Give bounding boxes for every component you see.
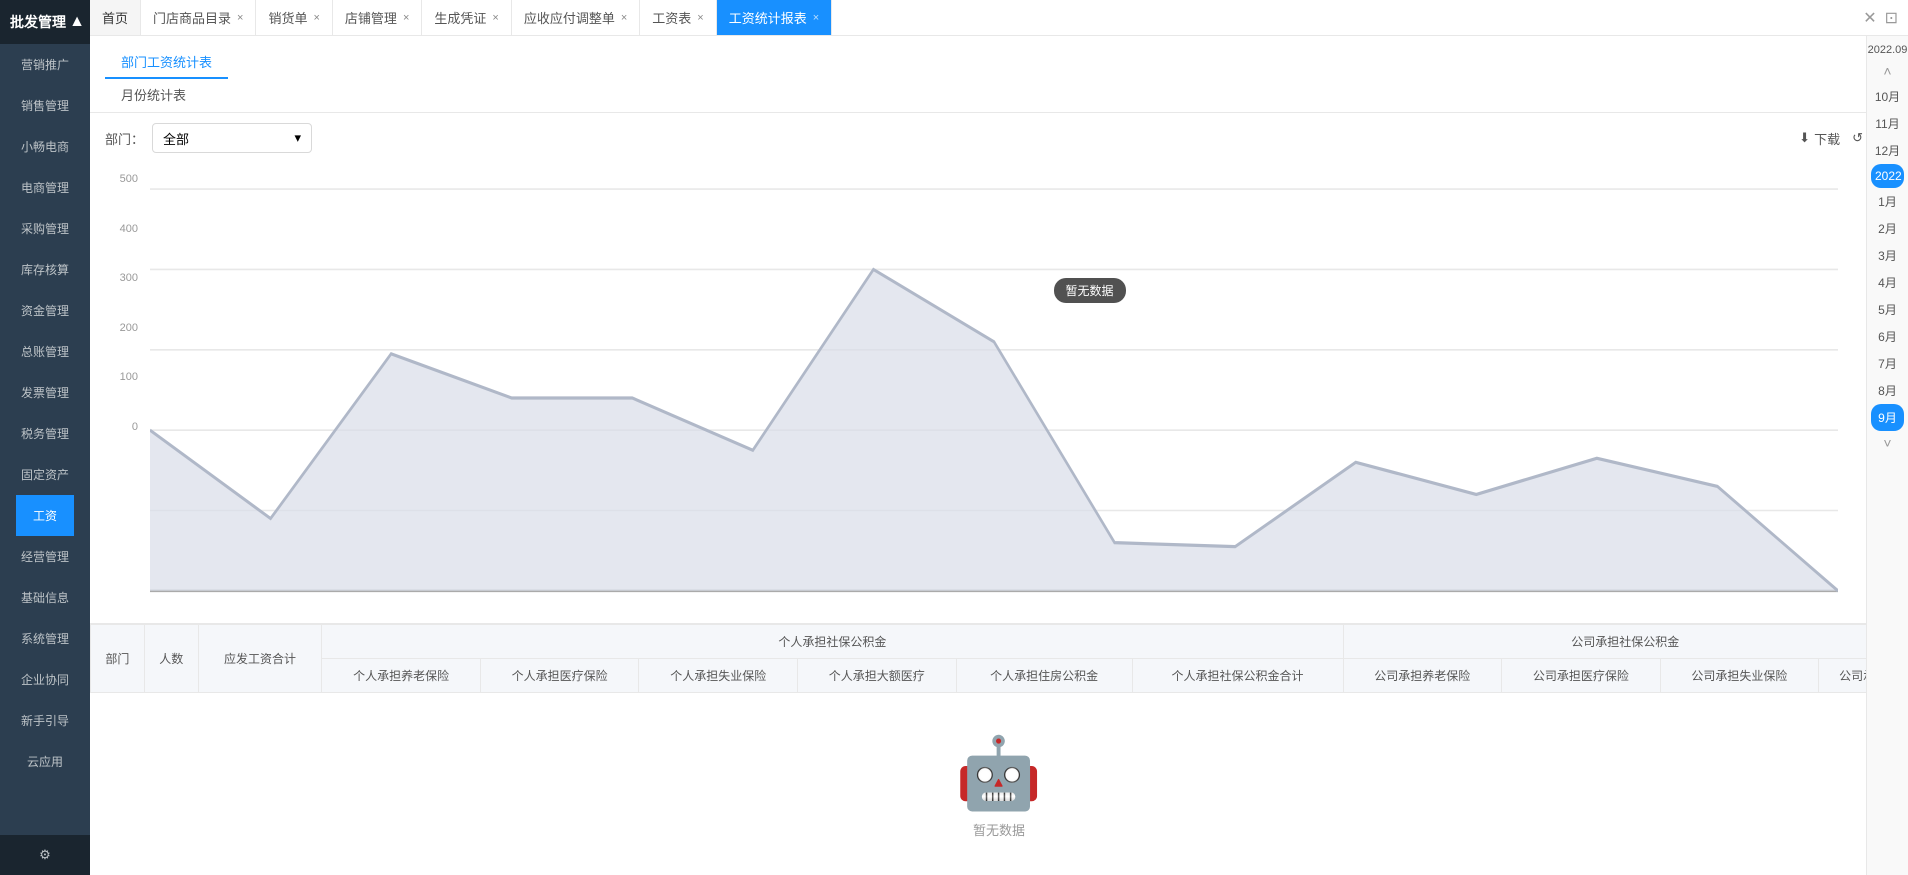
sidebar-item-marketing[interactable]: 营销推广 (16, 44, 74, 85)
timeline-month-7月[interactable]: 7月 (1867, 350, 1908, 377)
tab-ar_ap[interactable]: 应收应付调整单× (512, 0, 640, 36)
timeline-month-5月[interactable]: 5月 (1867, 296, 1908, 323)
content-area: 部门工资统计表月份统计表 部门： 全部 ▾ ⬇ 下载 ↺ 刷新 (90, 36, 1908, 875)
sidebar-item-accounting[interactable]: 总账管理 (16, 331, 74, 372)
table-container[interactable]: 部门 人数 应发工资合计 个人承担社保公积金 公司承担社保公积金 个人承担养老保… (90, 623, 1908, 843)
timeline-month-2022[interactable]: 2022 (1871, 164, 1904, 188)
sidebar-title: 批发管理 (10, 12, 66, 32)
sidebar-item-cloud[interactable]: 云应用 (16, 741, 74, 782)
sidebar-item-ecommerce[interactable]: 电商管理 (16, 167, 74, 208)
th-personal-unemployment: 个人承担失业保险 (639, 659, 798, 693)
tab-payroll_report[interactable]: 工资统计报表× (717, 0, 832, 36)
y-label-400: 400 (90, 223, 138, 235)
timeline-month-6月[interactable]: 6月 (1867, 323, 1908, 350)
timeline-month-12月[interactable]: 12月 (1867, 137, 1908, 164)
download-button[interactable]: ⬇ 下载 (1799, 129, 1840, 148)
sidebar: 批发管理 ▲ 营销推广销售管理小畅电商电商管理采购管理库存核算资金管理总账管理发… (0, 0, 90, 875)
no-data-text: 暂无数据 (130, 820, 1868, 839)
tab-store_mgmt[interactable]: 店铺管理× (333, 0, 422, 36)
tab-produce_voucher[interactable]: 生成凭证× (422, 0, 511, 36)
tab-product_catalog[interactable]: 门店商品目录× (141, 0, 256, 36)
sub-tab-dept_stats[interactable]: 部门工资统计表 (105, 46, 228, 79)
toolbar: 部门： 全部 ▾ ⬇ 下载 ↺ 刷新 (90, 113, 1908, 163)
timeline-month-4月[interactable]: 4月 (1867, 269, 1908, 296)
y-label-500: 500 (90, 173, 138, 185)
th-company-social: 公司承担社保公积金 (1343, 625, 1908, 659)
sidebar-item-finance[interactable]: 资金管理 (16, 290, 74, 331)
sidebar-header: 批发管理 ▲ (0, 0, 90, 44)
chevron-down-icon: ▾ (294, 130, 301, 146)
y-label-0: 0 (90, 421, 138, 433)
timeline-month-10月[interactable]: 10月 (1867, 83, 1908, 110)
sidebar-collapse-icon[interactable]: ▲ (69, 13, 85, 31)
sub-tab-month_stats[interactable]: 月份统计表 (105, 79, 228, 112)
restore-icon[interactable]: ⊡ (1885, 8, 1898, 28)
sidebar-footer-settings[interactable]: ⚙ (0, 835, 90, 875)
no-data-area: 🤖 暂无数据 (90, 693, 1908, 843)
tab-close-sales_order[interactable]: × (313, 12, 319, 24)
timeline-month-1月[interactable]: 1月 (1867, 188, 1908, 215)
th-personal-medical: 个人承担医疗保险 (480, 659, 639, 693)
th-personal-housing: 个人承担住房公积金 (956, 659, 1132, 693)
timeline-month-11月[interactable]: 11月 (1867, 110, 1908, 137)
dept-label: 部门： (105, 129, 144, 148)
timeline-up-nav[interactable]: ˄ (1879, 59, 1895, 83)
timeline-month-2月[interactable]: 2月 (1867, 215, 1908, 242)
th-personal-total: 个人承担社保公积金合计 (1132, 659, 1343, 693)
sidebar-item-invoice[interactable]: 发票管理 (16, 372, 74, 413)
timeline-year-label: 2022.09 (1866, 41, 1908, 59)
timeline-month-9月[interactable]: 9月 (1871, 404, 1904, 431)
no-data-robot-icon: 🤖 (130, 733, 1868, 815)
th-company-medical: 公司承担医疗保险 (1502, 659, 1661, 693)
close-all-icon[interactable]: ✕ (1863, 8, 1876, 28)
timeline-down-nav[interactable]: ˅ (1879, 431, 1895, 455)
sidebar-item-guide[interactable]: 新手引导 (16, 700, 74, 741)
sidebar-item-payroll[interactable]: 工资 (16, 495, 74, 536)
timeline-month-3月[interactable]: 3月 (1867, 242, 1908, 269)
tab-bar: 首页门店商品目录×销货单×店铺管理×生成凭证×应收应付调整单×工资表×工资统计报… (90, 0, 1908, 36)
sidebar-item-assets[interactable]: 固定资产 (16, 454, 74, 495)
tab-close-payroll_report[interactable]: × (813, 12, 819, 24)
tab-payroll_table[interactable]: 工资表× (640, 0, 716, 36)
y-label-200: 200 (90, 322, 138, 334)
th-personal-pension: 个人承担养老保险 (322, 659, 481, 693)
tab-close-store_mgmt[interactable]: × (403, 12, 409, 24)
download-label: 下载 (1814, 129, 1840, 148)
th-company-pension: 公司承担养老保险 (1343, 659, 1502, 693)
main-content: 首页门店商品目录×销货单×店铺管理×生成凭证×应收应付调整单×工资表×工资统计报… (90, 0, 1908, 875)
sidebar-item-basic[interactable]: 基础信息 (16, 577, 74, 618)
sidebar-item-purchase[interactable]: 采购管理 (16, 208, 74, 249)
sidebar-item-tax[interactable]: 税务管理 (16, 413, 74, 454)
sub-tab-bar: 部门工资统计表月份统计表 (90, 36, 1908, 113)
tab-home[interactable]: 首页 (90, 0, 141, 36)
download-icon: ⬇ (1799, 130, 1810, 146)
timeline-panel: 2022.09 ˄ 10月11月12月20221月2月3月4月5月6月7月8月9… (1866, 36, 1908, 875)
th-personal-large-medical: 个人承担大额医疗 (798, 659, 957, 693)
dept-selector[interactable]: 全部 ▾ (152, 123, 312, 153)
tab-sales_order[interactable]: 销货单× (256, 0, 332, 36)
sidebar-item-system[interactable]: 系统管理 (16, 618, 74, 659)
th-company-unemployment: 公司承担失业保险 (1660, 659, 1819, 693)
tab-close-product_catalog[interactable]: × (237, 12, 243, 24)
y-label-300: 300 (90, 272, 138, 284)
timeline-month-8月[interactable]: 8月 (1867, 377, 1908, 404)
y-label-100: 100 (90, 371, 138, 383)
tab-close-ar_ap[interactable]: × (621, 12, 627, 24)
sidebar-item-enterprise[interactable]: 企业协同 (16, 659, 74, 700)
payroll-table: 部门 人数 应发工资合计 个人承担社保公积金 公司承担社保公积金 个人承担养老保… (90, 624, 1908, 693)
th-dept: 部门 (91, 625, 145, 693)
chart-container: 500 400 300 200 100 0 暂无数据 (90, 163, 1908, 623)
sidebar-item-ecommerce_small[interactable]: 小畅电商 (16, 126, 74, 167)
sidebar-item-sales[interactable]: 销售管理 (16, 85, 74, 126)
tab-close-produce_voucher[interactable]: × (492, 12, 498, 24)
sidebar-item-operations[interactable]: 经营管理 (16, 536, 74, 577)
th-total-salary: 应发工资合计 (198, 625, 322, 693)
th-personal-social: 个人承担社保公积金 (322, 625, 1343, 659)
tab-close-payroll_table[interactable]: × (697, 12, 703, 24)
dept-value: 全部 (163, 129, 189, 148)
th-count: 人数 (144, 625, 198, 693)
refresh-icon: ↺ (1852, 130, 1863, 146)
sidebar-item-inventory[interactable]: 库存核算 (16, 249, 74, 290)
